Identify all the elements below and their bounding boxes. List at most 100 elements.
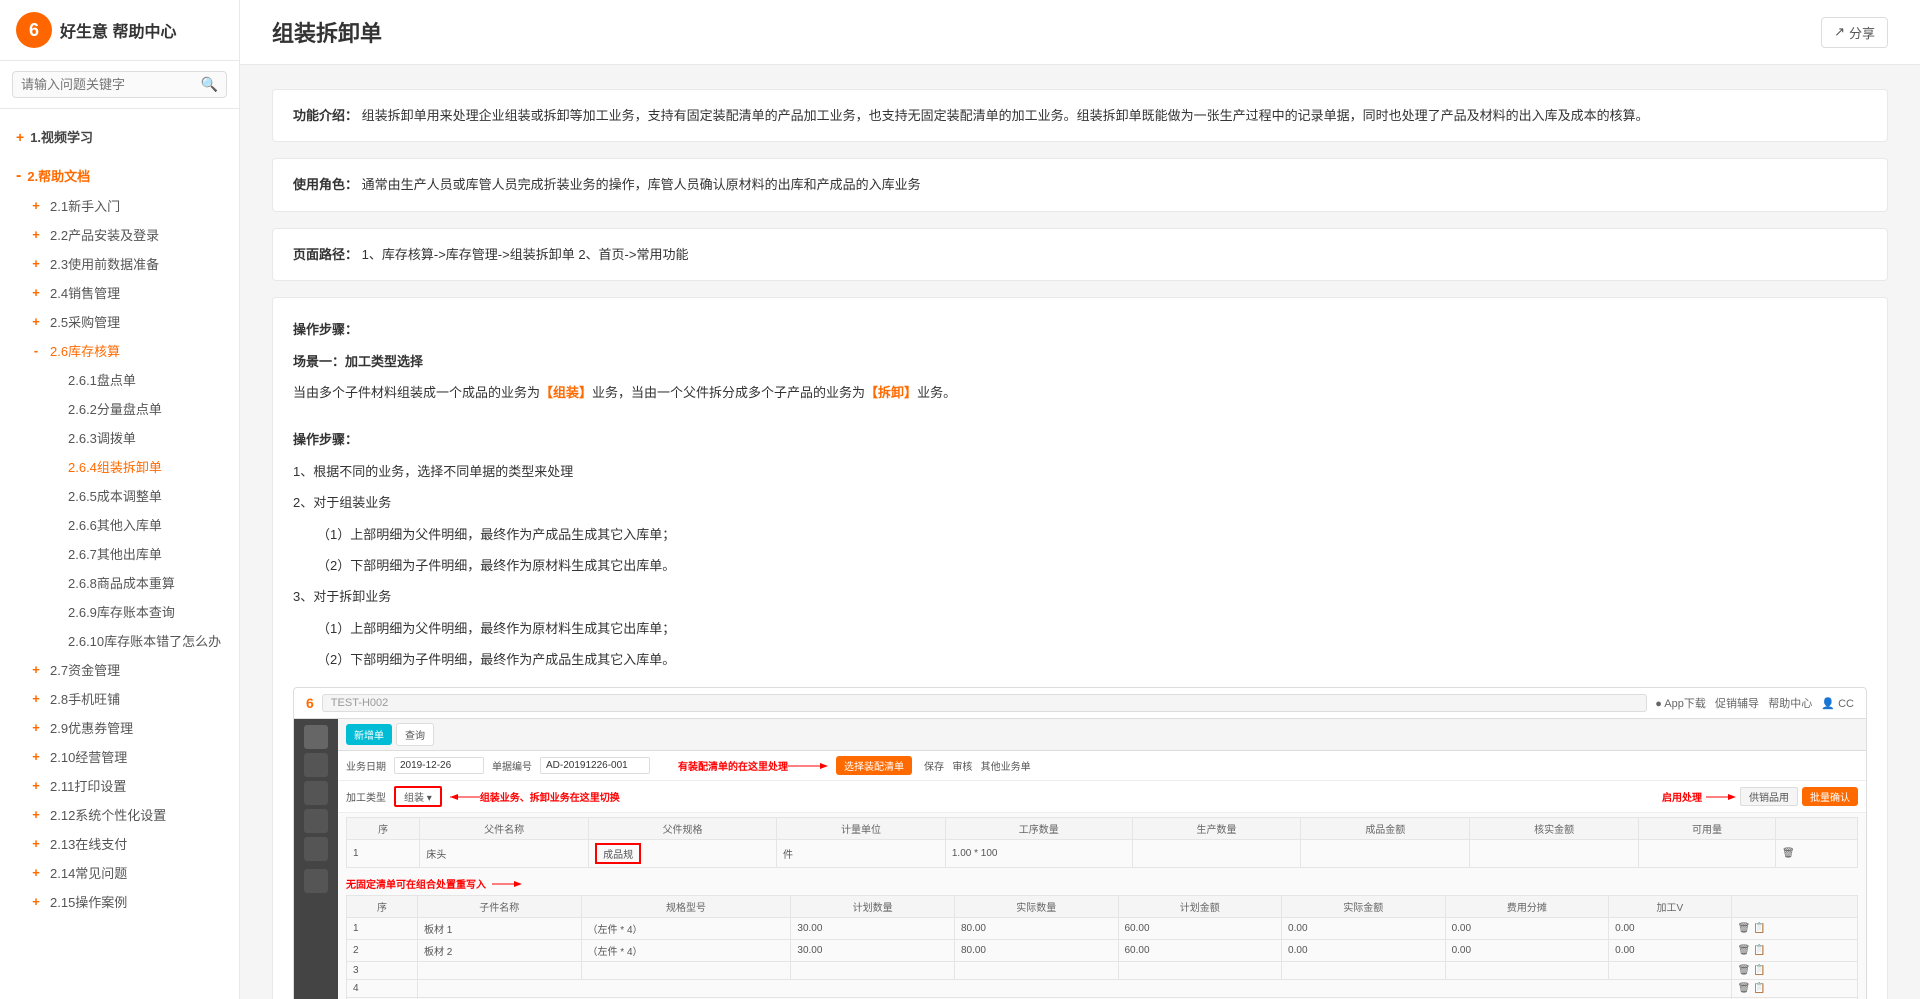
bcell-pqty2: 30.00 <box>791 940 955 962</box>
bcol-plan-amt: 计划金额 <box>1118 896 1282 918</box>
screenshot-num-label: 单据编号 <box>492 758 532 773</box>
sidebar-item-211[interactable]: + 2.11打印设置 <box>28 771 239 800</box>
bcell-seq3: 3 <box>347 962 418 980</box>
annotation1-arrow <box>788 759 828 773</box>
table-row: 3 🗑 📋 <box>347 962 1858 980</box>
path-text: 1、库存核算->库存管理->组装拆卸单 2、首页->常用功能 <box>362 247 689 262</box>
bcell-op3: 🗑 📋 <box>1731 962 1857 980</box>
sidebar-item-213[interactable]: + 2.13在线支付 <box>28 829 239 858</box>
share-button[interactable]: ↗ 分享 <box>1821 17 1888 48</box>
col-prod-qty: 生产数量 <box>1132 818 1301 840</box>
screenshot-bottom-table: 序 子件名称 规格型号 计划数量 实际数量 计划金额 实际金额 费用分摊 加工V <box>346 895 1858 999</box>
bcell-seq1: 1 <box>347 918 418 940</box>
sidebar-item-docs[interactable]: - 2.帮助文档 <box>0 160 239 191</box>
role-label: 使用角色： <box>293 177 358 192</box>
sidebar-item-21[interactable]: + 2.1新手入门 <box>28 191 239 220</box>
sidebar-item-25[interactable]: + 2.5采购管理 <box>28 307 239 336</box>
screenshot-tab-new[interactable]: 新增单 <box>346 724 392 745</box>
screenshot-num-field[interactable]: AD-20191226-001 <box>540 757 650 774</box>
sidebar-item-26[interactable]: - 2.6库存核算 <box>28 336 239 365</box>
screenshot-tabs-row: 新增单 查询 <box>338 719 1866 751</box>
sidebar-item-269[interactable]: 2.6.9库存账本查询 <box>68 597 239 626</box>
sidebar-item-2610[interactable]: 2.6.10库存账本错了怎么办 <box>68 626 239 655</box>
screenshot-main-panel: 新增单 查询 业务日期 2019-12-26 单据编号 AD-20191226-… <box>338 719 1866 999</box>
sidebar-item-268[interactable]: 2.6.8商品成本重算 <box>68 568 239 597</box>
sidebar-header: 6 好生意 帮助中心 <box>0 0 239 61</box>
table-row: 1 床头 成品规 件 1.00 * 100 <box>347 840 1858 868</box>
cell-parent-spec: 成品规 <box>589 840 777 868</box>
expand-icon: + <box>16 129 24 145</box>
screenshot-tab-query[interactable]: 查询 <box>396 723 434 746</box>
search-box: 🔍 <box>0 61 239 109</box>
sidebar-item-22[interactable]: + 2.2产品安装及登录 <box>28 220 239 249</box>
page-title: 组装拆卸单 <box>272 16 382 48</box>
cell-ops: 🗑 <box>1776 840 1858 868</box>
sidebar-item-215[interactable]: + 2.15操作案例 <box>28 887 239 916</box>
bcell-op2: 🗑 📋 <box>1731 940 1857 962</box>
annotation3-arrow <box>1706 790 1736 804</box>
docs-subnav: + 2.1新手入门 + 2.2产品安装及登录 + 2.3使用前数据准备 + 2.… <box>0 191 239 916</box>
annotation-area1: 有装配清单的在这里处理 <box>678 758 828 773</box>
expand-icon-212: + <box>28 807 44 823</box>
step1: 1、根据不同的业务，选择不同单据的类型来处理 <box>293 460 1867 483</box>
sidebar-item-214[interactable]: + 2.14常见问题 <box>28 858 239 887</box>
sidebar-item-29[interactable]: + 2.9优惠券管理 <box>28 713 239 742</box>
screenshot-choose-btn[interactable]: 选择装配清单 <box>836 756 912 775</box>
table-row: 2 板材 2 （左件 * 4） 30.00 80.00 60.00 0.00 0… <box>347 940 1858 962</box>
col-unit: 计量单位 <box>777 818 946 840</box>
bcol-spec: 规格型号 <box>581 896 791 918</box>
search-input[interactable] <box>21 77 201 92</box>
intro-text: 组装拆卸单用来处理企业组装或拆卸等加工业务，支持有固定装配清单的产品加工业务，也… <box>362 108 1649 123</box>
bcell-proc1: 0.00 <box>1609 918 1731 940</box>
bcell-cost2: 0.00 <box>1445 940 1609 962</box>
sidebar-item-263[interactable]: 2.6.3调拨单 <box>68 423 239 452</box>
expand-icon-29: + <box>28 720 44 736</box>
sidebar-item-210[interactable]: + 2.10经营管理 <box>28 742 239 771</box>
sidebar-item-24[interactable]: + 2.4销售管理 <box>28 278 239 307</box>
role-text: 通常由生产人员或库管人员完成折装业务的操作，库管人员确认原材料的出库和产成品的入… <box>362 177 921 192</box>
sidebar-item-264[interactable]: 2.6.4组装拆卸单 <box>68 452 239 481</box>
screenshot-type-label: 加工类型 <box>346 789 386 804</box>
sidebar-item-261[interactable]: 2.6.1盘点单 <box>68 365 239 394</box>
sidebar-item-videos[interactable]: + 1.视频学习 <box>0 121 239 152</box>
cell-prod-amt <box>1301 840 1470 868</box>
screenshot-enable-field: 供销品用 <box>1740 787 1798 806</box>
screenshot-brand: 6 <box>306 695 314 711</box>
search-icon[interactable]: 🔍 <box>201 76 218 93</box>
sidebar-item-266[interactable]: 2.6.6其他入库单 <box>68 510 239 539</box>
role-block: 使用角色： 通常由生产人员或库管人员完成折装业务的操作，库管人员确认原材料的出库… <box>272 158 1888 211</box>
screenshot-more-btns: 保存 审核 其他业务单 <box>924 758 1031 773</box>
screenshot-top-table: 序 父件名称 父件规格 计量单位 工序数量 生产数量 成品金额 核实金额 可用量 <box>346 817 1858 868</box>
screenshot-url: TEST-H002 <box>322 694 1647 712</box>
nav-tree: + 1.视频学习 - 2.帮助文档 + 2.1新手入门 + 2.2产品安装及登录 <box>0 109 239 999</box>
bcell-pqty1: 30.00 <box>791 918 955 940</box>
bcell-name3 <box>417 962 581 980</box>
sidebar-item-262[interactable]: 2.6.2分量盘点单 <box>68 394 239 423</box>
screenshot-inner-header: 新增单 查询 业务日期 2019-12-26 单据编号 AD-20191226-… <box>294 719 1866 999</box>
cell-prod-qty <box>1132 840 1301 868</box>
sidebar-item-265[interactable]: 2.6.5成本调整单 <box>68 481 239 510</box>
expand-icon-25: + <box>28 314 44 330</box>
nav-section-videos: + 1.视频学习 <box>0 117 239 156</box>
sidebar-item-28[interactable]: + 2.8手机旺铺 <box>28 684 239 713</box>
scene-label: 场景一：加工类型选择 <box>293 354 423 369</box>
bcell-seq4: 4 <box>347 980 418 998</box>
screenshot-type-select[interactable]: 组装 ▾ <box>394 786 442 807</box>
sidebar-item-23[interactable]: + 2.3使用前数据准备 <box>28 249 239 278</box>
bcol-plan-qty: 计划数量 <box>791 896 955 918</box>
bcol-seq: 序 <box>347 896 418 918</box>
screenshot-sidebar-icons <box>294 719 338 999</box>
cell-avail <box>1639 840 1776 868</box>
sidebar-item-267[interactable]: 2.6.7其他出库单 <box>68 539 239 568</box>
sidebar-item-27[interactable]: + 2.7资金管理 <box>28 655 239 684</box>
bcell-proc2: 0.00 <box>1609 940 1731 962</box>
screenshot-form-header: 业务日期 2019-12-26 单据编号 AD-20191226-001 有装配… <box>338 751 1866 781</box>
screenshot-date-field[interactable]: 2019-12-26 <box>394 757 484 774</box>
bcell-name2: 板材 2 <box>417 940 581 962</box>
sidebar-item-212[interactable]: + 2.12系统个性化设置 <box>28 800 239 829</box>
ops-label: 操作步骤： <box>293 322 358 337</box>
intro-block: 功能介绍： 组装拆卸单用来处理企业组装或拆卸等加工业务，支持有固定装配清单的产品… <box>272 89 1888 142</box>
bcell-proc3 <box>1609 962 1731 980</box>
screenshot-confirm-btn[interactable]: 批量确认 <box>1802 787 1858 806</box>
steps-container: 操作步骤： 场景一：加工类型选择 当由多个子件材料组装成一个成品的业务为【组装】… <box>272 297 1888 999</box>
